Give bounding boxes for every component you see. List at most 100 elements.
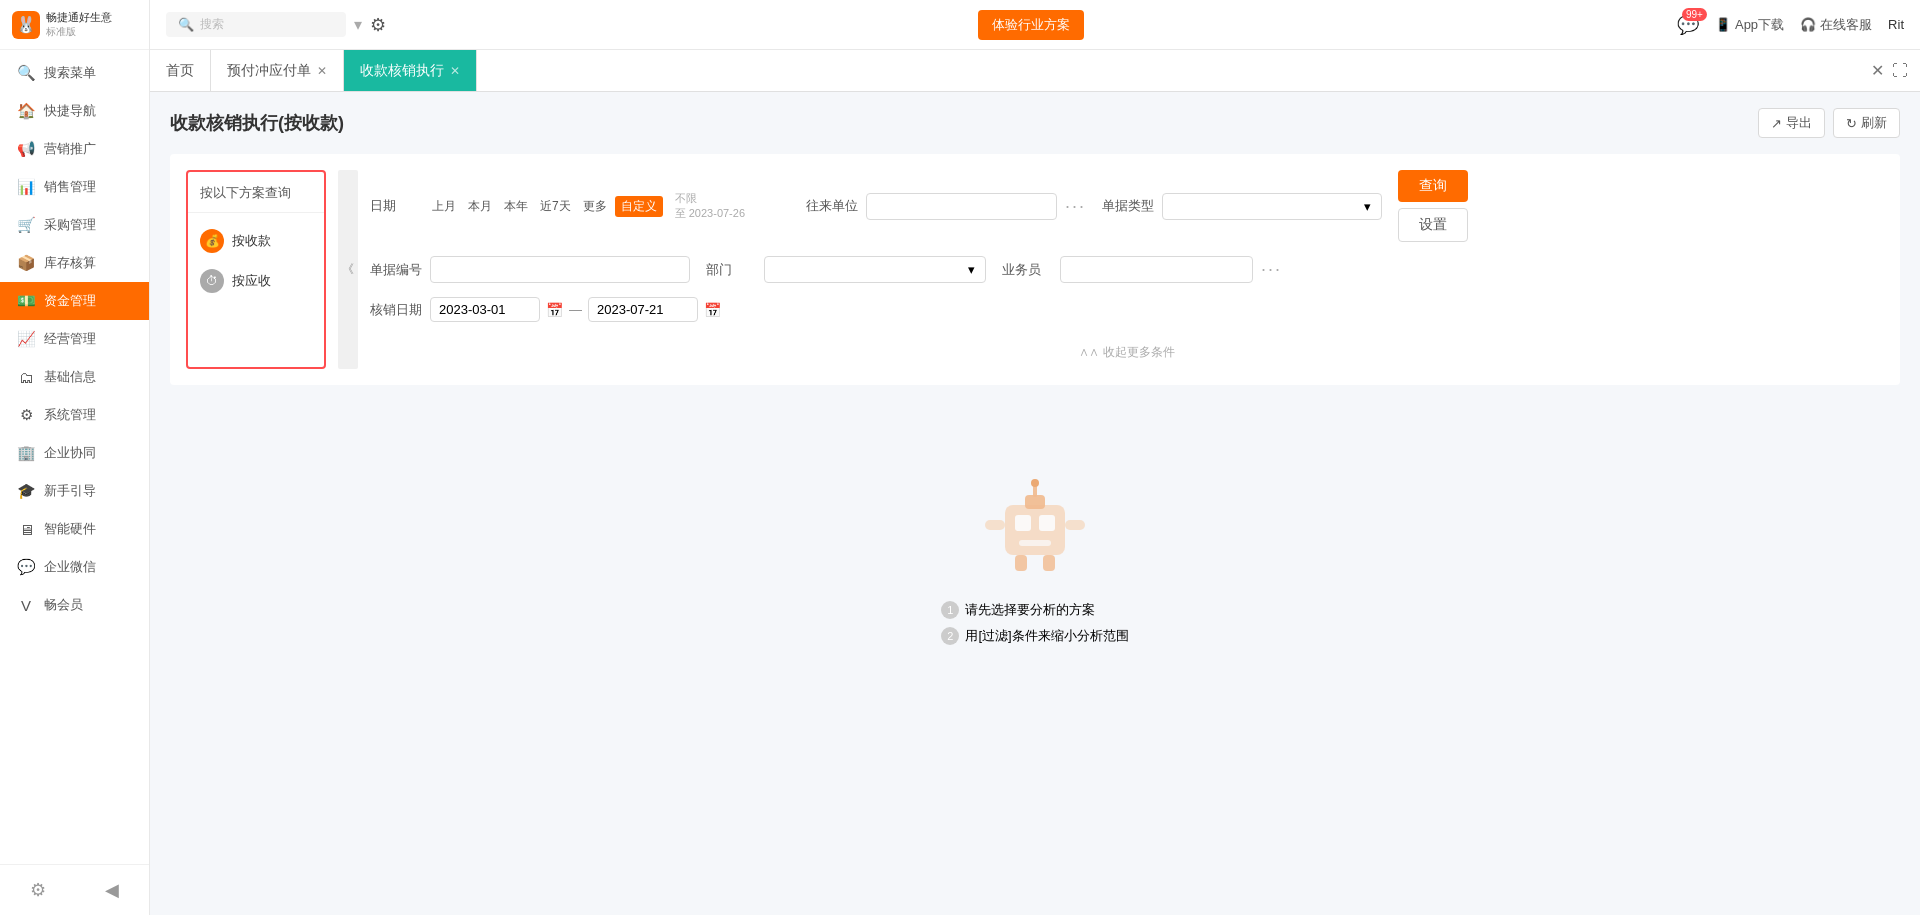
online-service-label: 在线客服 [1820,16,1872,34]
verify-date-start[interactable] [430,297,540,322]
tab-label: 预付冲应付单 [227,62,311,80]
shortcut-7days[interactable]: 近7天 [536,196,575,217]
tab-close-icon[interactable]: ✕ [450,64,460,78]
collapse-sidebar-icon[interactable]: ◀ [99,873,125,907]
docno-input[interactable] [430,256,690,283]
marketing-icon: 📢 [16,140,36,158]
industry-solution-btn[interactable]: 体验行业方案 [978,10,1084,40]
logo-area: 🐰 畅捷通好生意 标准版 [0,0,149,50]
sidebar-footer: ⚙ ◀ [0,864,149,915]
refresh-btn[interactable]: ↻ 刷新 [1833,108,1900,138]
collapse-more-label: 收起更多条件 [1103,345,1175,359]
tab-prepay[interactable]: 预付冲应付单 ✕ [211,50,344,91]
sidebar-item-label: 营销推广 [44,140,96,158]
shortcut-this-month[interactable]: 本月 [464,196,496,217]
dropdown-icon[interactable]: ▾ [354,15,362,34]
sidebar-item-finance[interactable]: 💵 资金管理 [0,282,149,320]
collapse-more-btn[interactable]: ∧∧ 收起更多条件 [370,336,1884,369]
tab-close-window-icon[interactable]: ✕ [1871,61,1884,80]
sidebar-item-operations[interactable]: 📈 经营管理 [0,320,149,358]
sidebar-item-marketing[interactable]: 📢 营销推广 [0,130,149,168]
dept-select[interactable]: ▾ [764,256,986,283]
filter-option-receivable[interactable]: ⏱ 按应收 [188,261,324,301]
date-range-separator: — [569,302,582,317]
member-icon: V [16,597,36,614]
filter-field-verify-date: 核销日期 📅 — 📅 [370,297,790,322]
shortcut-last-month[interactable]: 上月 [428,196,460,217]
sidebar-item-label: 经营管理 [44,330,96,348]
doctype-select[interactable]: ▾ [1162,193,1382,220]
operations-icon: 📈 [16,330,36,348]
verify-date-end[interactable] [588,297,698,322]
sidebar-item-label: 搜索菜单 [44,64,96,82]
export-btn[interactable]: ↗ 导出 [1758,108,1825,138]
tab-home[interactable]: 首页 [150,50,211,91]
query-btn[interactable]: 查询 [1398,170,1468,202]
sidebar-item-guide[interactable]: 🎓 新手引导 [0,472,149,510]
svg-rect-8 [1065,520,1085,530]
tip-text-2: 用[过滤]条件来缩小分析范围 [965,627,1128,645]
main-area: 🔍 搜索 ▾ ⚙ 体验行业方案 💬 99+ 📱 App下载 🎧 在线客服 Rit [150,0,1920,915]
svg-rect-2 [1039,515,1055,531]
customer-input[interactable] [866,193,1057,220]
system-icon: ⚙ [16,406,36,424]
sidebar-item-system[interactable]: ⚙ 系统管理 [0,396,149,434]
app-download-btn[interactable]: 📱 App下载 [1715,16,1784,34]
app-name: 畅捷通好生意 [46,10,112,24]
app-edition: 标准版 [46,25,112,39]
sidebar-item-wechat[interactable]: 💬 企业微信 [0,548,149,586]
tabbar: 首页 预付冲应付单 ✕ 收款核销执行 ✕ ✕ ⛶ [150,50,1920,92]
filter-row-2: 单据编号 部门 ▾ 业务员 [370,256,1884,283]
message-btn[interactable]: 💬 99+ [1677,14,1699,36]
settings-footer-icon[interactable]: ⚙ [24,873,52,907]
sidebar-item-hardware[interactable]: 🖥 智能硬件 [0,510,149,548]
svg-rect-10 [1043,555,1055,571]
tab-receive[interactable]: 收款核销执行 ✕ [344,50,477,91]
shortcut-more[interactable]: 更多 [579,196,611,217]
topbar: 🔍 搜索 ▾ ⚙ 体验行业方案 💬 99+ 📱 App下载 🎧 在线客服 Rit [150,0,1920,50]
calendar-end-icon[interactable]: 📅 [704,302,721,318]
sidebar-item-label: 系统管理 [44,406,96,424]
filter-option-receipt[interactable]: 💰 按收款 [188,221,324,261]
sidebar-item-purchase[interactable]: 🛒 采购管理 [0,206,149,244]
tab-expand-icon[interactable]: ⛶ [1892,62,1908,80]
shortcut-this-year[interactable]: 本年 [500,196,532,217]
sidebar-item-shortcut[interactable]: 🏠 快捷导航 [0,92,149,130]
sidebar-item-label: 基础信息 [44,368,96,386]
filter-collapse-toggle[interactable]: 《 [338,170,358,369]
sidebar-item-enterprise[interactable]: 🏢 企业协同 [0,434,149,472]
customer-more-icon[interactable]: ··· [1065,196,1086,217]
sidebar-item-label: 企业微信 [44,558,96,576]
dropdown-icon: ▾ [1364,199,1371,214]
filter-field-doctype: 单据类型 ▾ [1102,193,1382,220]
sidebar-item-member[interactable]: V 畅会员 [0,586,149,624]
enterprise-icon: 🏢 [16,444,36,462]
sidebar-item-search[interactable]: 🔍 搜索菜单 [0,54,149,92]
date-no-limit: 不限至 2023-07-26 [675,191,745,221]
tab-label: 首页 [166,62,194,80]
hardware-icon: 🖥 [16,521,36,538]
tip-num-2: 2 [941,627,959,645]
salesman-more-icon[interactable]: ··· [1261,259,1282,280]
sidebar-item-sales[interactable]: 📊 销售管理 [0,168,149,206]
setting-btn[interactable]: 设置 [1398,208,1468,242]
online-service-btn[interactable]: 🎧 在线客服 [1800,16,1872,34]
filter-sidebar: 按以下方案查询 💰 按收款 ⏱ 按应收 [186,170,326,369]
doctype-label: 单据类型 [1102,197,1154,215]
user-name: Rit [1888,17,1904,32]
sidebar-item-label: 采购管理 [44,216,96,234]
empty-tip-1: 1 请先选择要分析的方案 [941,601,1128,619]
content-area: 收款核销执行(按收款) ↗ 导出 ↻ 刷新 按以下方案查询 [150,92,1920,915]
salesman-input[interactable] [1060,256,1253,283]
search-placeholder-text: 搜索 [200,16,224,33]
sidebar-item-inventory[interactable]: 📦 库存核算 [0,244,149,282]
tab-close-icon[interactable]: ✕ [317,64,327,78]
filter-field-docno: 单据编号 [370,256,690,283]
topbar-search[interactable]: 🔍 搜索 [166,12,346,37]
sidebar-item-basic[interactable]: 🗂 基础信息 [0,358,149,396]
finance-icon: 💵 [16,292,36,310]
gear-icon[interactable]: ⚙ [370,14,386,36]
sidebar-item-label: 快捷导航 [44,102,96,120]
shortcut-custom[interactable]: 自定义 [615,196,663,217]
calendar-start-icon[interactable]: 📅 [546,302,563,318]
